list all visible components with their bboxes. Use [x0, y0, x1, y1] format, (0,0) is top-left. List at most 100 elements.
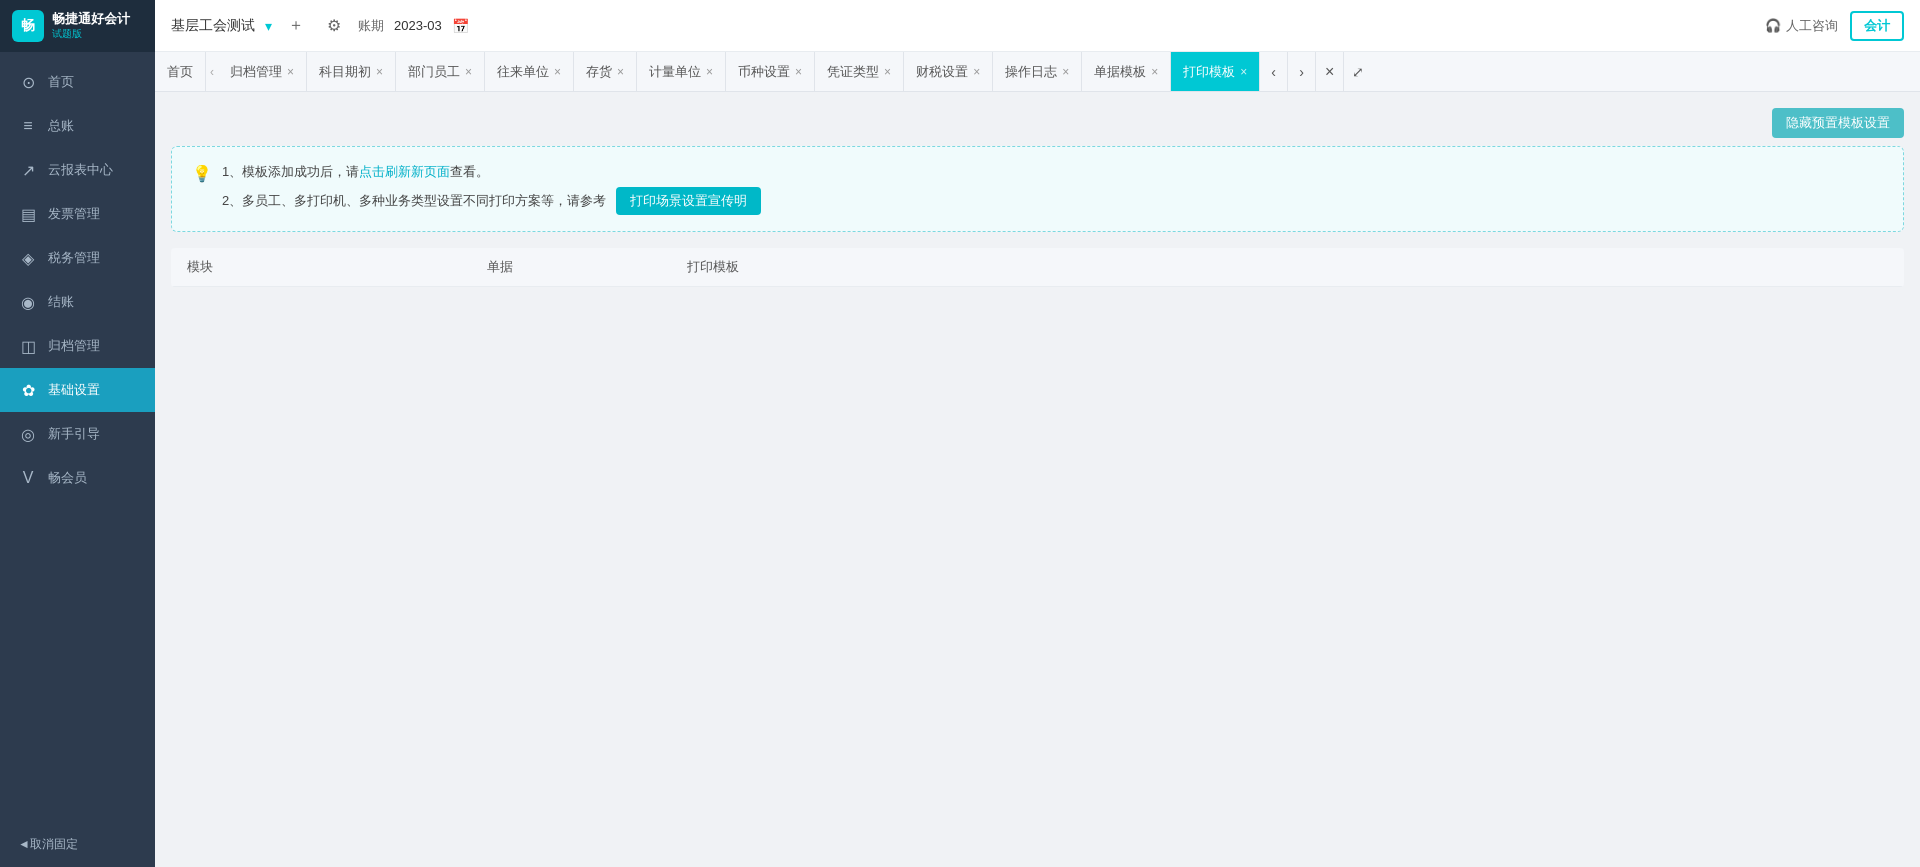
tab-print-template-label: 打印模板 — [1183, 63, 1235, 81]
info-line2-prefix: 2、多员工、多打印机、多种业务类型设置不同打印方案等，请参考 — [222, 193, 606, 208]
tabbar: 首页 ‹ 归档管理 × 科目期初 × 部门员工 × 往来单位 × 存货 × 计量… — [155, 52, 1920, 92]
tab-unit[interactable]: 计量单位 × — [637, 52, 726, 92]
sidebar-icon-settings: ✿ — [18, 380, 38, 400]
sidebar-label-reports: 云报表中心 — [48, 161, 113, 179]
tab-currency[interactable]: 币种设置 × — [726, 52, 815, 92]
sidebar-label-home: 首页 — [48, 73, 74, 91]
sidebar-label-guide: 新手引导 — [48, 425, 100, 443]
tab-voucher-type-close[interactable]: × — [884, 66, 891, 78]
info-line-1: 💡 1、模板添加成功后，请点击刷新新页面查看。 2、多员工、多打印机、多种业务类… — [192, 163, 1883, 215]
info-line-1-text: 1、模板添加成功后，请点击刷新新页面查看。 — [222, 163, 761, 181]
sidebar-item-reports[interactable]: ↗ 云报表中心 — [0, 148, 155, 192]
tab-next-button[interactable]: › — [1288, 52, 1316, 92]
sidebar-item-home[interactable]: ⊙ 首页 — [0, 60, 155, 104]
refresh-link[interactable]: 点击刷新新页面 — [359, 164, 450, 179]
sidebar-label-settings: 基础设置 — [48, 381, 100, 399]
sidebar-item-member[interactable]: V 畅会员 — [0, 456, 155, 500]
sidebar-item-checkout[interactable]: ◉ 结账 — [0, 280, 155, 324]
sidebar-label-member: 畅会员 — [48, 469, 87, 487]
sidebar-item-ledger[interactable]: ≡ 总账 — [0, 104, 155, 148]
info-line1-suffix: 查看。 — [450, 164, 489, 179]
sidebar-item-guide[interactable]: ◎ 新手引导 — [0, 412, 155, 456]
tab-operation-log-close[interactable]: × — [1062, 66, 1069, 78]
sidebar-item-tax[interactable]: ◈ 税务管理 — [0, 236, 155, 280]
topbar-left: 基层工会测试 ▾ ＋ ⚙ 账期 2023-03 📅 — [171, 12, 469, 40]
tab-home-prev-icon[interactable]: ‹ — [206, 65, 218, 79]
tab-archive-mgmt[interactable]: 归档管理 × — [218, 52, 307, 92]
tab-print-template-close[interactable]: × — [1240, 66, 1247, 78]
sidebar-nav: ⊙ 首页 ≡ 总账 ↗ 云报表中心 ▤ 发票管理 ◈ 税务管理 ◉ 结账 ◫ 归… — [0, 52, 155, 822]
tab-tax-settings[interactable]: 财税设置 × — [904, 52, 993, 92]
tab-home[interactable]: 首页 — [155, 52, 206, 92]
headset-icon: 🎧 — [1765, 18, 1781, 33]
info-box: 💡 1、模板添加成功后，请点击刷新新页面查看。 2、多员工、多打印机、多种业务类… — [171, 146, 1904, 232]
tab-currency-close[interactable]: × — [795, 66, 802, 78]
sidebar-label-ledger: 总账 — [48, 117, 74, 135]
tab-receipt-template-close[interactable]: × — [1151, 66, 1158, 78]
page-inner: 隐藏预置模板设置 💡 1、模板添加成功后，请点击刷新新页面查看。 2、多员工、多… — [155, 92, 1920, 303]
sidebar-unpin-button[interactable]: ◄取消固定 — [0, 822, 155, 867]
print-scene-setting-button[interactable]: 打印场景设置宣传明 — [616, 187, 761, 215]
tab-department-staff-close[interactable]: × — [465, 66, 472, 78]
sidebar-icon-home: ⊙ — [18, 72, 38, 92]
tab-voucher-type[interactable]: 凭证类型 × — [815, 52, 904, 92]
add-tab-button[interactable]: ＋ — [282, 12, 310, 40]
tab-unit-label: 计量单位 — [649, 63, 701, 81]
sidebar-item-invoice[interactable]: ▤ 发票管理 — [0, 192, 155, 236]
topbar: 基层工会测试 ▾ ＋ ⚙ 账期 2023-03 📅 🎧 人工咨询 会计 — [155, 0, 1920, 52]
tab-counterpart-label: 往来单位 — [497, 63, 549, 81]
page-content: 隐藏预置模板设置 💡 1、模板添加成功后，请点击刷新新页面查看。 2、多员工、多… — [155, 92, 1920, 867]
sidebar-icon-reports: ↗ — [18, 160, 38, 180]
tab-prev-button[interactable]: ‹ — [1260, 52, 1288, 92]
tab-unit-close[interactable]: × — [706, 66, 713, 78]
tab-tax-settings-close[interactable]: × — [973, 66, 980, 78]
tab-archive-mgmt-close[interactable]: × — [287, 66, 294, 78]
calendar-icon[interactable]: 📅 — [452, 18, 469, 34]
tab-receipt-template-label: 单据模板 — [1094, 63, 1146, 81]
tab-inventory[interactable]: 存货 × — [574, 52, 637, 92]
col-receipt-header: 单据 — [487, 258, 687, 276]
tab-operation-log[interactable]: 操作日志 × — [993, 52, 1082, 92]
tab-subject-initial-close[interactable]: × — [376, 66, 383, 78]
sidebar-label-invoice: 发票管理 — [48, 205, 100, 223]
tab-home-label: 首页 — [167, 63, 193, 81]
sidebar-label-archive: 归档管理 — [48, 337, 100, 355]
tab-close-all-button[interactable]: × — [1316, 52, 1344, 92]
main-area: 基层工会测试 ▾ ＋ ⚙ 账期 2023-03 📅 🎧 人工咨询 会计 首页 ‹… — [155, 0, 1920, 867]
sidebar-item-archive[interactable]: ◫ 归档管理 — [0, 324, 155, 368]
hide-preview-template-button[interactable]: 隐藏预置模板设置 — [1772, 108, 1904, 138]
tab-operation-log-label: 操作日志 — [1005, 63, 1057, 81]
company-dropdown-icon[interactable]: ▾ — [265, 18, 272, 34]
tab-inventory-label: 存货 — [586, 63, 612, 81]
tab-archive-mgmt-label: 归档管理 — [230, 63, 282, 81]
logo-icon: 畅 — [12, 10, 44, 42]
tab-receipt-template[interactable]: 单据模板 × — [1082, 52, 1171, 92]
tab-inventory-close[interactable]: × — [617, 66, 624, 78]
action-bar: 隐藏预置模板设置 — [171, 108, 1904, 138]
tab-currency-label: 币种设置 — [738, 63, 790, 81]
tab-department-staff[interactable]: 部门员工 × — [396, 52, 485, 92]
tab-tax-settings-label: 财税设置 — [916, 63, 968, 81]
period-label: 账期 — [358, 17, 384, 35]
info-line1-prefix: 1、模板添加成功后，请 — [222, 164, 359, 179]
sidebar-label-checkout: 结账 — [48, 293, 74, 311]
period-value: 2023-03 — [394, 18, 442, 33]
info-line-2-text: 2、多员工、多打印机、多种业务类型设置不同打印方案等，请参考 打印场景设置宣传明 — [222, 187, 761, 215]
tab-subject-initial[interactable]: 科目期初 × — [307, 52, 396, 92]
tab-print-template[interactable]: 打印模板 × — [1171, 52, 1260, 92]
sidebar-icon-member: V — [18, 468, 38, 488]
sidebar-icon-tax: ◈ — [18, 248, 38, 268]
tab-counterpart[interactable]: 往来单位 × — [485, 52, 574, 92]
sidebar-icon-invoice: ▤ — [18, 204, 38, 224]
tab-voucher-type-label: 凭证类型 — [827, 63, 879, 81]
settings-button[interactable]: ⚙ — [320, 12, 348, 40]
data-table: 模块 单据 打印模板 — [171, 248, 1904, 287]
account-button[interactable]: 会计 — [1850, 11, 1904, 41]
tab-expand-button[interactable]: ⤢ — [1344, 52, 1372, 92]
customer-service-button[interactable]: 🎧 人工咨询 — [1765, 17, 1838, 35]
info-text-block: 1、模板添加成功后，请点击刷新新页面查看。 2、多员工、多打印机、多种业务类型设… — [222, 163, 761, 215]
sidebar-item-settings[interactable]: ✿ 基础设置 — [0, 368, 155, 412]
tab-counterpart-close[interactable]: × — [554, 66, 561, 78]
logo-subtitle: 试题版 — [52, 27, 130, 41]
sidebar-icon-archive: ◫ — [18, 336, 38, 356]
